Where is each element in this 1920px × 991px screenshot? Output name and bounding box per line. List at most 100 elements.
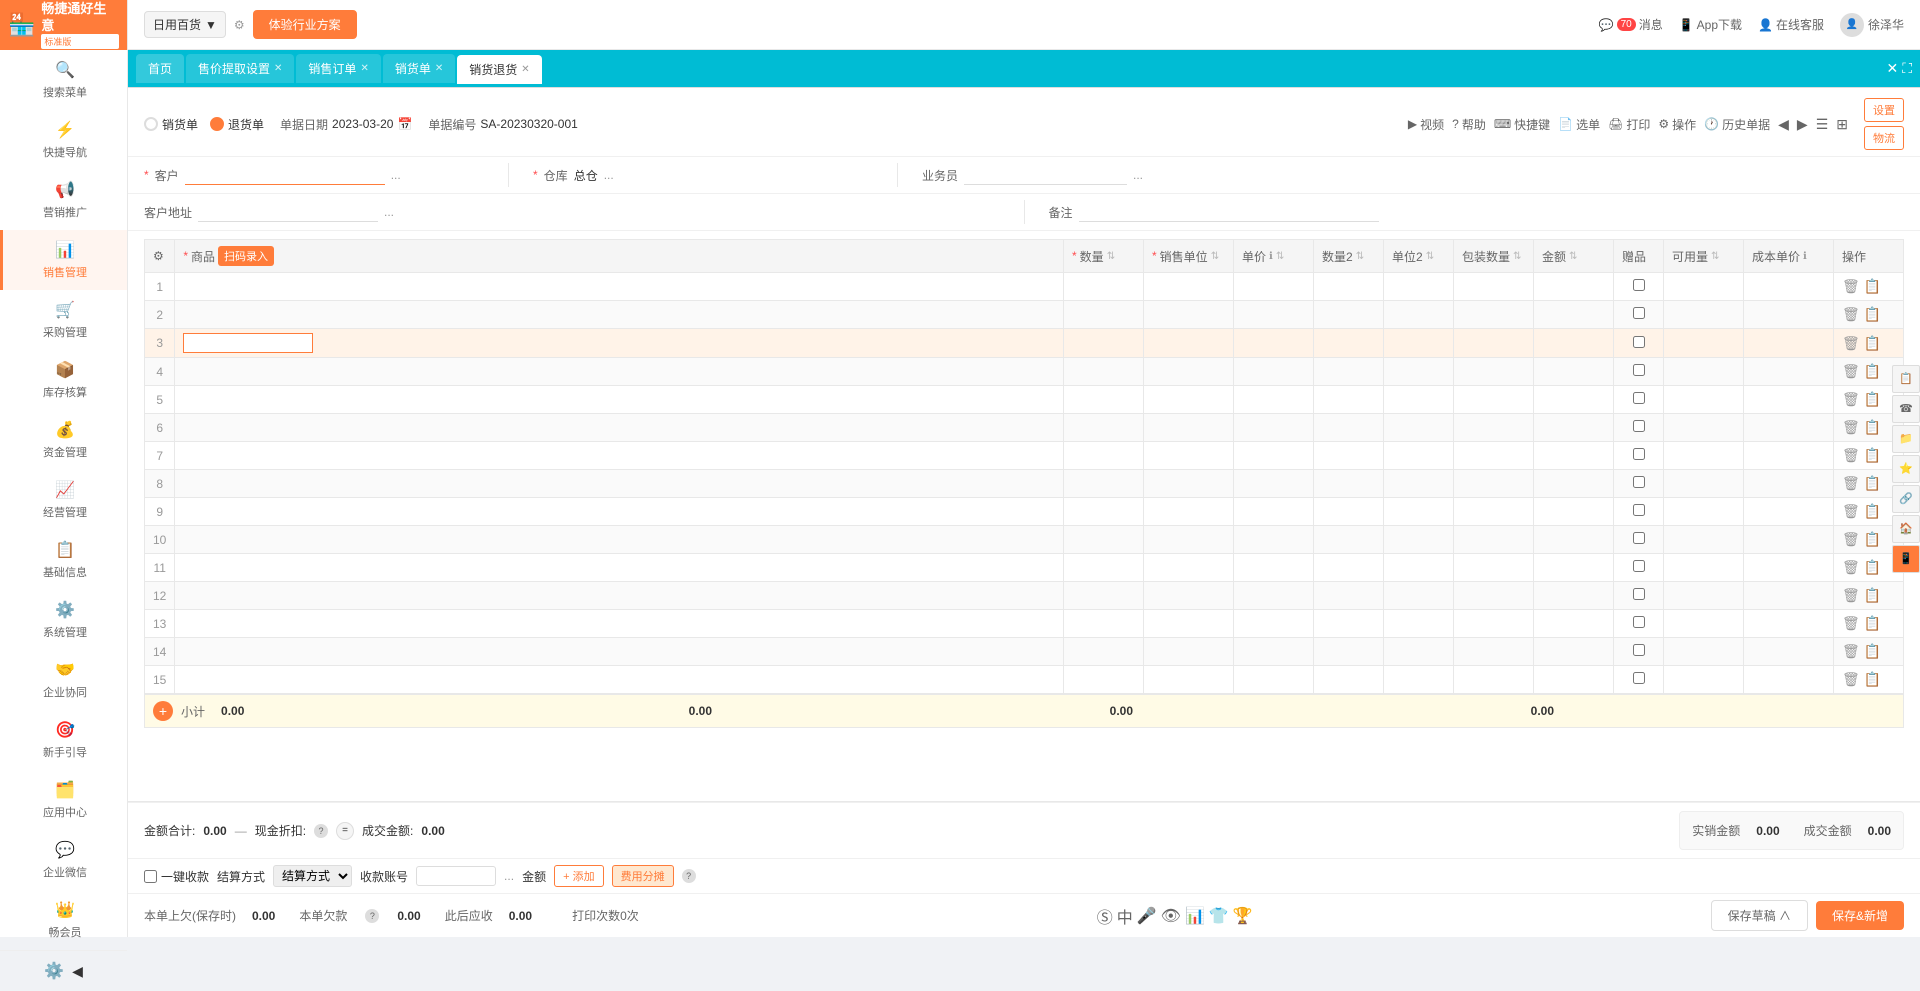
price-cell-5[interactable] [1234,386,1314,414]
pack-qty-cell-6[interactable] [1454,414,1534,442]
gift-checkbox-10[interactable] [1633,532,1645,544]
scan-input-button[interactable]: 扫码录入 [218,246,274,266]
one-click-checkbox[interactable] [144,870,157,883]
product-cell-5[interactable] [175,386,1064,414]
float-btn-phone[interactable]: ☎ [1892,395,1920,423]
tab-sales-close[interactable]: ✕ [435,63,443,74]
delete-row-btn-3[interactable]: 🗑 [1842,335,1860,352]
fees-help-icon[interactable]: ? [682,869,696,883]
delete-row-btn-10[interactable]: 🗑 [1842,531,1860,548]
pack-qty-cell-12[interactable] [1454,582,1534,610]
cost-price-cell-13[interactable] [1744,610,1834,638]
sidebar-item-sales[interactable]: 📊 销售管理 [0,230,127,290]
qty2-cell-4[interactable] [1314,358,1384,386]
available-cell-4[interactable] [1664,358,1744,386]
add-row-button[interactable]: + [153,701,173,721]
sidebar-item-search[interactable]: 🔍 搜索菜单 [0,50,127,110]
pack-sort-icon[interactable]: ⇅ [1513,251,1521,262]
unit-cell-14[interactable] [1144,638,1234,666]
float-btn-home[interactable]: 🏠 [1892,515,1920,543]
print-toolbar-item[interactable]: 🖨 打印 [1608,116,1650,133]
user-menu[interactable]: 👤 徐泽华 [1840,13,1904,37]
amount-cell-9[interactable] [1534,498,1614,526]
unit-cell-11[interactable] [1144,554,1234,582]
unit-cell-8[interactable] [1144,470,1234,498]
copy-row-btn-12[interactable]: 📋 [1864,587,1881,604]
unit2-cell-2[interactable] [1384,301,1454,329]
sidebar-item-finance[interactable]: 💰 资金管理 [0,410,127,470]
cost-price-cell-1[interactable] [1744,273,1834,301]
nav-prev-icon[interactable]: ◀ [1778,116,1789,133]
qty2-cell-3[interactable] [1314,329,1384,358]
qty2-cell-13[interactable] [1314,610,1384,638]
customer-picker-btn[interactable]: ... [391,168,401,182]
product-cell-13[interactable] [175,610,1064,638]
amount-cell-12[interactable] [1534,582,1614,610]
unit2-cell-14[interactable] [1384,638,1454,666]
available-cell-6[interactable] [1664,414,1744,442]
qty-cell-11[interactable] [1064,554,1144,582]
gift-checkbox-cell-11[interactable] [1614,554,1664,582]
amount-cell-2[interactable] [1534,301,1614,329]
qty2-cell-12[interactable] [1314,582,1384,610]
unit-sort-icon[interactable]: ⇅ [1211,251,1219,262]
available-cell-15[interactable] [1664,666,1744,694]
qty-cell-5[interactable] [1064,386,1144,414]
amount-cell-11[interactable] [1534,554,1614,582]
gift-checkbox-cell-6[interactable] [1614,414,1664,442]
product-cell-8[interactable] [175,470,1064,498]
taskbar-icon6[interactable]: 🏆 [1233,906,1253,926]
gift-checkbox-cell-1[interactable] [1614,273,1664,301]
shortcut-toolbar-item[interactable]: ⌨ 快捷键 [1494,116,1550,133]
delete-row-btn-13[interactable]: 🗑 [1842,615,1860,632]
pack-qty-cell-2[interactable] [1454,301,1534,329]
sidebar-item-inventory[interactable]: 📦 库存核算 [0,350,127,410]
product-cell-11[interactable] [175,554,1064,582]
online-service-link[interactable]: 👤 在线客服 [1758,16,1824,33]
tab-sales[interactable]: 销货单 ✕ [383,54,455,83]
customer-input[interactable] [185,166,385,185]
delete-row-btn-15[interactable]: 🗑 [1842,671,1860,688]
settings-button[interactable]: 设置 [1864,98,1904,122]
product-cell-9[interactable] [175,498,1064,526]
cost-price-cell-2[interactable] [1744,301,1834,329]
qty2-cell-10[interactable] [1314,526,1384,554]
industry-dropdown[interactable]: 日用百货 ▼ [144,11,226,38]
gift-checkbox-cell-13[interactable] [1614,610,1664,638]
pack-qty-cell-15[interactable] [1454,666,1534,694]
unit2-cell-15[interactable] [1384,666,1454,694]
qty-cell-13[interactable] [1064,610,1144,638]
cost-price-cell-4[interactable] [1744,358,1834,386]
cost-price-cell-15[interactable] [1744,666,1834,694]
available-cell-2[interactable] [1664,301,1744,329]
price-sort-icon[interactable]: ⇅ [1276,251,1284,262]
qty2-cell-9[interactable] [1314,498,1384,526]
cost-price-cell-6[interactable] [1744,414,1834,442]
pack-qty-cell-4[interactable] [1454,358,1534,386]
pack-qty-cell-11[interactable] [1454,554,1534,582]
taskbar-icon4[interactable]: 📊 [1185,906,1205,926]
delete-row-btn-11[interactable]: 🗑 [1842,559,1860,576]
price-cell-2[interactable] [1234,301,1314,329]
gift-checkbox-cell-8[interactable] [1614,470,1664,498]
pack-qty-cell-9[interactable] [1454,498,1534,526]
gift-checkbox-9[interactable] [1633,504,1645,516]
float-btn-folder[interactable]: 📁 [1892,425,1920,453]
delete-row-btn-2[interactable]: 🗑 [1842,306,1860,323]
delete-row-btn-12[interactable]: 🗑 [1842,587,1860,604]
copy-row-btn-5[interactable]: 📋 [1864,391,1881,408]
available-cell-12[interactable] [1664,582,1744,610]
sidebar-item-system[interactable]: ⚙️ 系统管理 [0,590,127,650]
pack-qty-cell-1[interactable] [1454,273,1534,301]
price-cell-13[interactable] [1234,610,1314,638]
available-cell-3[interactable] [1664,329,1744,358]
unit2-cell-5[interactable] [1384,386,1454,414]
qty-cell-9[interactable] [1064,498,1144,526]
qty2-cell-11[interactable] [1314,554,1384,582]
qty-cell-1[interactable] [1064,273,1144,301]
pack-qty-cell-7[interactable] [1454,442,1534,470]
amount-cell-5[interactable] [1534,386,1614,414]
tab-price-setting-close[interactable]: ✕ [274,63,282,74]
delete-row-btn-8[interactable]: 🗑 [1842,475,1860,492]
gift-checkbox-1[interactable] [1633,279,1645,291]
